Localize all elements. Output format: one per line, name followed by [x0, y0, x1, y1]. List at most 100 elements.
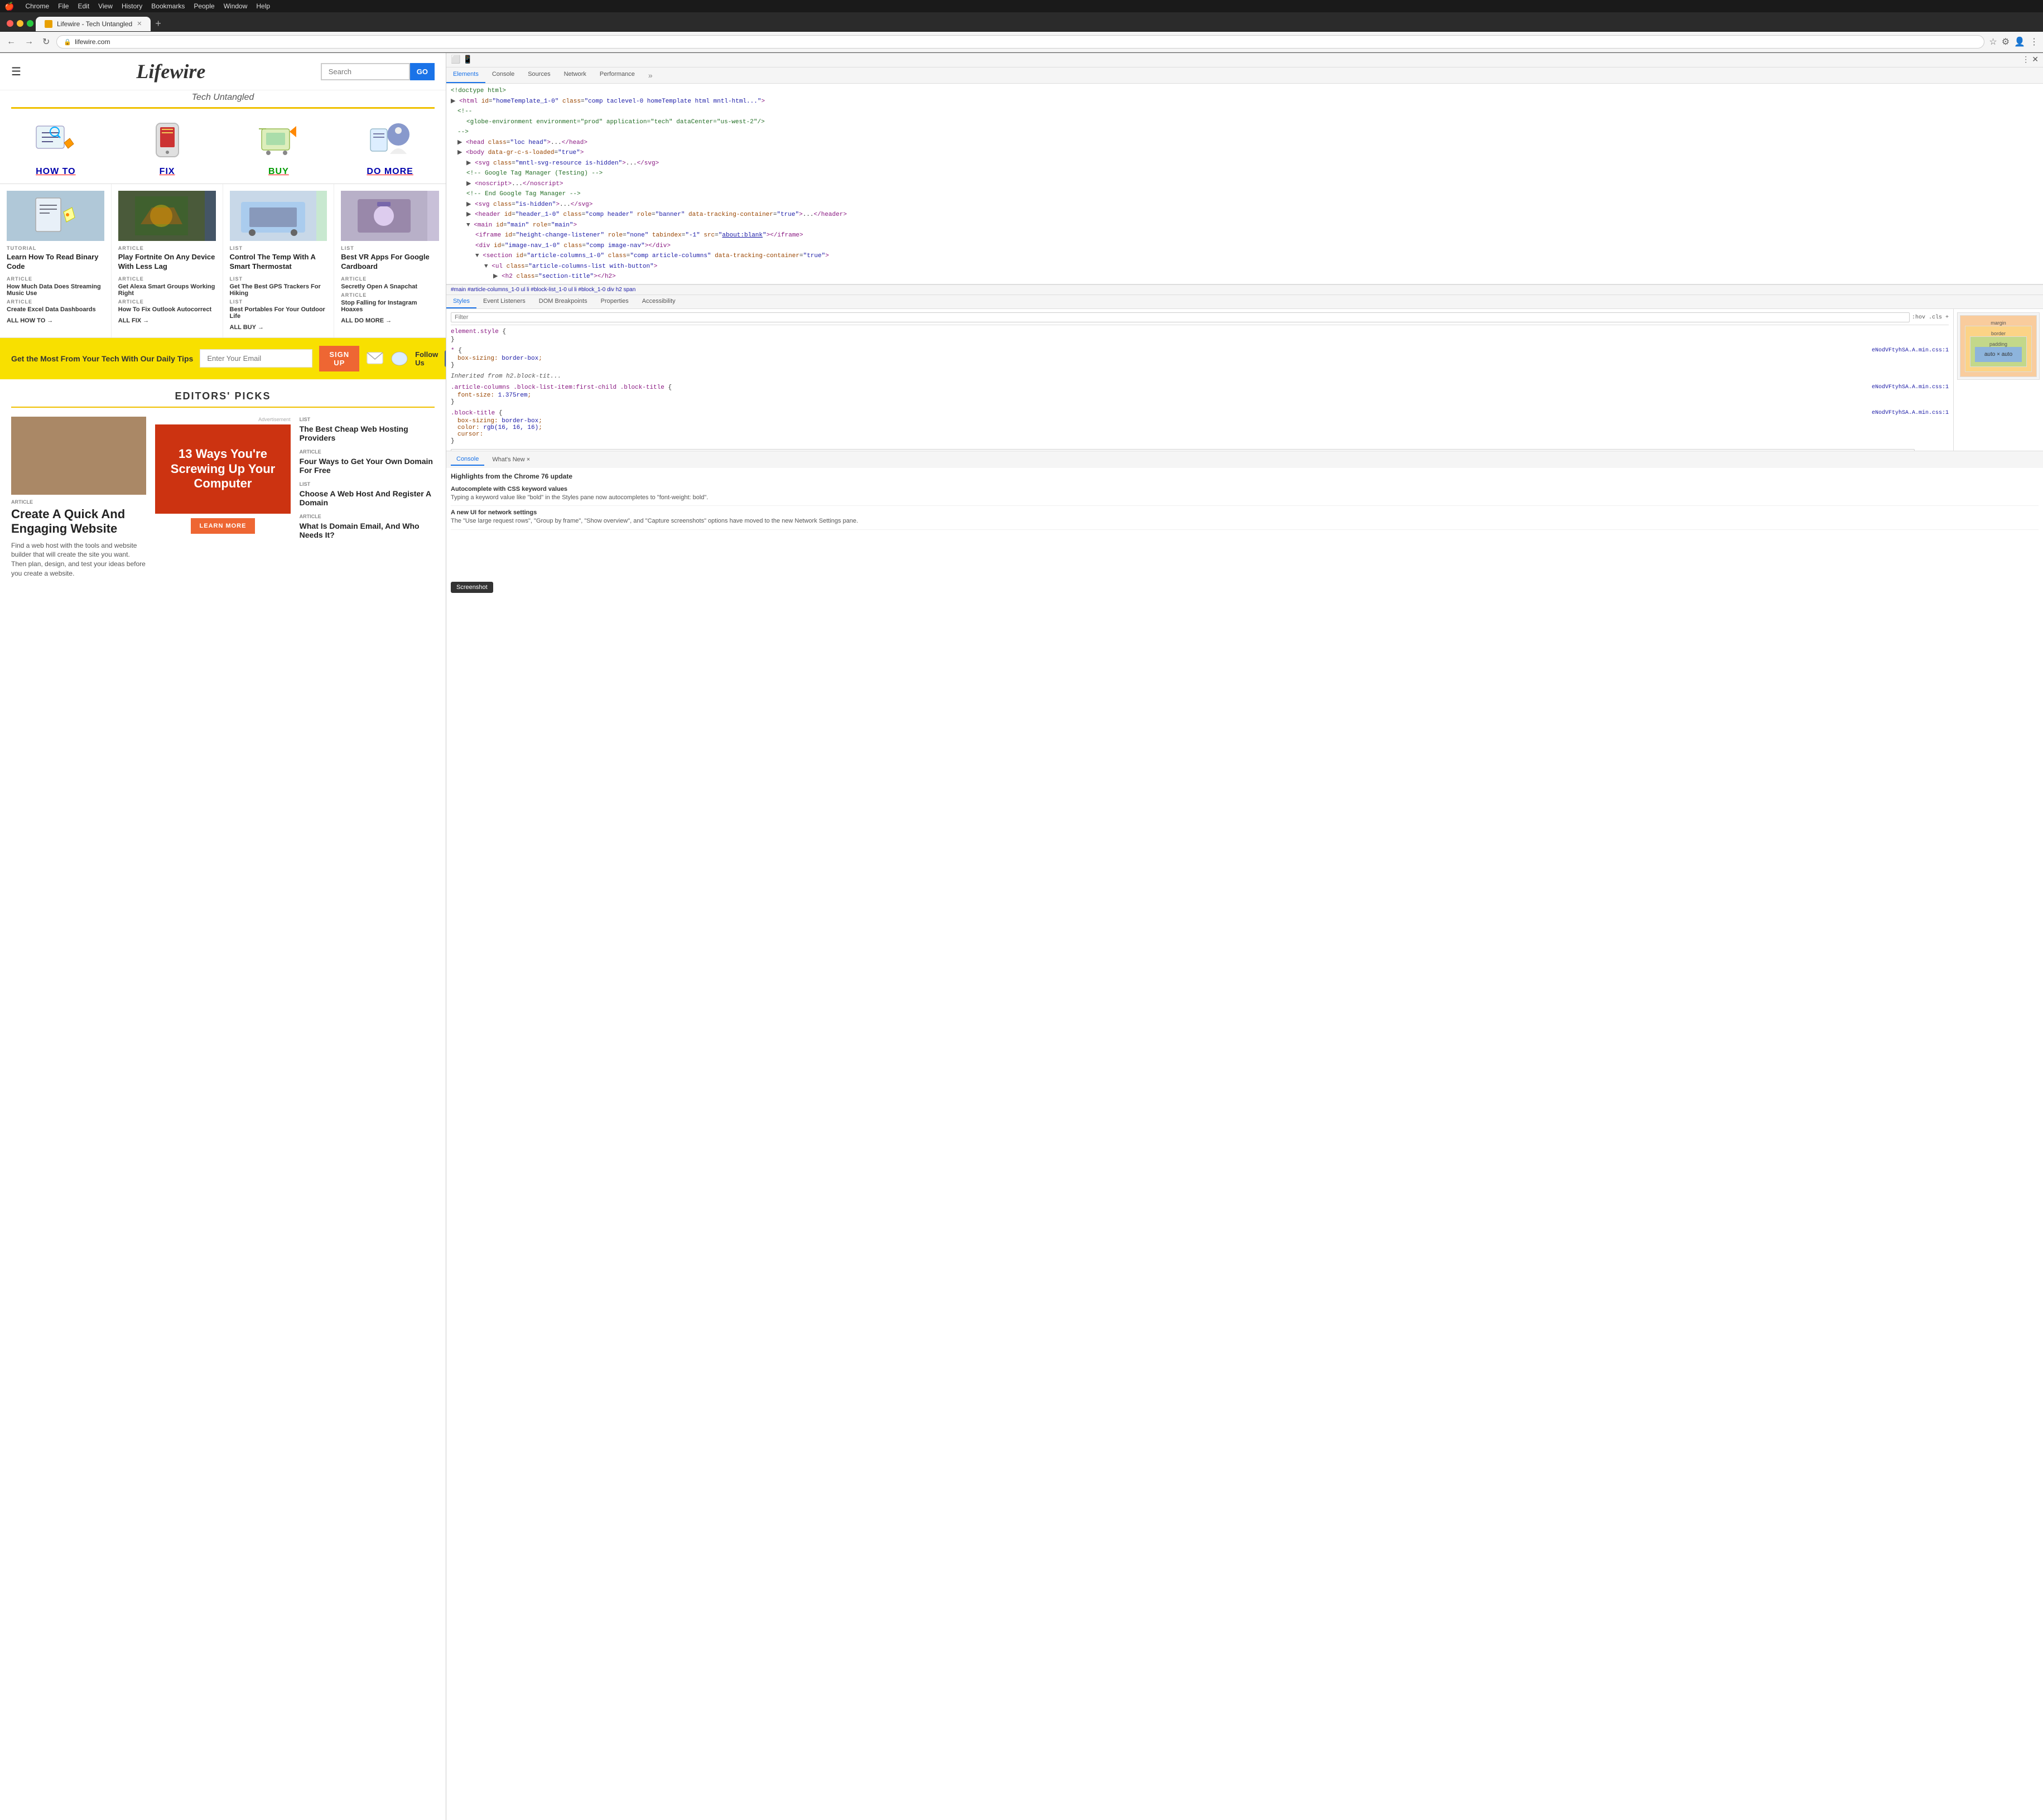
category-fix[interactable]: FIX: [112, 109, 223, 184]
window-max-btn[interactable]: [27, 20, 33, 27]
mac-menubar: 🍎 Chrome File Edit View History Bookmark…: [0, 0, 2043, 12]
rule-blocktitle-selector: .block-title {: [451, 410, 502, 417]
category-domore[interactable]: DO MORE: [334, 109, 446, 184]
menu-bookmarks[interactable]: Bookmarks: [151, 2, 185, 10]
back-btn[interactable]: ←: [4, 35, 18, 49]
col4-all-link[interactable]: ALL DO MORE →: [341, 317, 392, 324]
html-line-h2[interactable]: ▶ <h2 class="section-title"></h2>: [446, 272, 2043, 282]
devtools-tab-console[interactable]: Console: [485, 67, 521, 83]
styles-tab-dom[interactable]: DOM Breakpoints: [532, 295, 594, 308]
col3-art1-title[interactable]: Get The Best GPS Trackers For Hiking: [230, 283, 327, 297]
styles-tab-styles[interactable]: Styles: [446, 295, 476, 308]
menu-view[interactable]: View: [98, 2, 113, 10]
devtools-tab-performance[interactable]: Performance: [593, 67, 642, 83]
newsletter-signup-btn[interactable]: SIGN UP: [319, 346, 359, 371]
rule-blocktitle-source[interactable]: eNodVFtyhSA.A.min.css:1: [1872, 410, 1949, 418]
url-display[interactable]: lifewire.com: [75, 38, 110, 46]
styles-filter-input[interactable]: [451, 312, 1910, 322]
styles-left: :hov .cls + element.style { } * { eNodVF…: [446, 309, 1954, 451]
html-line-head[interactable]: ▶ <head class="loc head">...</head>: [446, 138, 2043, 148]
category-howto[interactable]: HOW TO: [0, 109, 112, 184]
forward-btn[interactable]: →: [22, 35, 36, 49]
html-line-main[interactable]: ▼ <main id="main" role="main">: [446, 220, 2043, 231]
search-input[interactable]: [321, 63, 410, 80]
star-icon[interactable]: ☆: [1989, 36, 1997, 47]
col1-main-title[interactable]: Learn How To Read Binary Code: [7, 253, 104, 272]
html-line-header[interactable]: ▶ <header id="header_1-0" class="comp he…: [446, 210, 2043, 220]
col2-all-link[interactable]: ALL FIX →: [118, 317, 149, 324]
pick2-cta-btn[interactable]: LEARN MORE: [191, 518, 256, 534]
newsletter-email-input[interactable]: [200, 349, 312, 368]
col2-art2-title[interactable]: How To Fix Outlook Autocorrect: [118, 306, 216, 313]
browser-tab-active[interactable]: Lifewire - Tech Untangled ✕: [36, 17, 151, 31]
col4-art2-title[interactable]: Stop Falling for Instagram Hoaxes: [341, 300, 439, 313]
pick4-title[interactable]: Four Ways to Get Your Own Domain For Fre…: [300, 457, 435, 475]
window-min-btn[interactable]: [17, 20, 23, 27]
box-margin-label: margin: [1965, 320, 2032, 326]
pick1-title[interactable]: Create A Quick And Engaging Website: [11, 507, 146, 537]
styles-tab-props[interactable]: Properties: [594, 295, 635, 308]
html-line-ul[interactable]: ▼ <ul class="article-columns-list with-b…: [446, 262, 2043, 272]
search-button[interactable]: GO: [410, 63, 435, 80]
html-line-svg1[interactable]: ▶ <svg class="mntl-svg-resource is-hidde…: [446, 158, 2043, 169]
menu-history[interactable]: History: [122, 2, 142, 10]
html-line-section[interactable]: ▼ <section id="article-columns_1-0" clas…: [446, 251, 2043, 262]
console-tab-whatsnew[interactable]: What's New ×: [486, 454, 536, 465]
html-line-html[interactable]: ▶ <html id="homeTemplate_1-0" class="com…: [446, 96, 2043, 107]
devtools-more-icon[interactable]: ⋮: [2022, 55, 2030, 65]
tab-close-btn[interactable]: ✕: [137, 20, 142, 27]
refresh-btn[interactable]: ↻: [40, 34, 52, 50]
devtools-close-icon[interactable]: ✕: [2032, 55, 2039, 65]
devtools-tab-network[interactable]: Network: [557, 67, 593, 83]
html-line-image-nav[interactable]: <div id="image-nav_1-0" class="comp imag…: [446, 241, 2043, 252]
col3-all-link[interactable]: ALL BUY →: [230, 324, 264, 331]
pseudo-cls-label[interactable]: :hov .cls +: [1912, 315, 1949, 321]
html-line-iframe[interactable]: <iframe id="height-change-listener" role…: [446, 230, 2043, 241]
col1-art2-title[interactable]: Create Excel Data Dashboards: [7, 306, 104, 313]
col2-main-title[interactable]: Play Fortnite On Any Device With Less La…: [118, 253, 216, 272]
address-bar[interactable]: 🔒 lifewire.com: [56, 35, 1984, 49]
extensions-icon[interactable]: ⚙: [2002, 36, 2010, 47]
devtools-tab-sources[interactable]: Sources: [521, 67, 557, 83]
hamburger-menu[interactable]: ☰: [11, 65, 21, 79]
col4-art1-title[interactable]: Secretly Open A Snapchat: [341, 283, 439, 290]
category-buy[interactable]: BUY: [223, 109, 335, 184]
pick5-title[interactable]: Choose A Web Host And Register A Domain: [300, 489, 435, 507]
console-item-2-title: A new UI for network settings: [451, 509, 2039, 516]
menu-window[interactable]: Window: [224, 2, 248, 10]
html-line-svg2[interactable]: ▶ <svg class="is-hidden">...</svg>: [446, 200, 2043, 210]
console-tab-console[interactable]: Console: [451, 453, 484, 466]
rule-star-source[interactable]: eNodVFtyhSA.A.min.css:1: [1872, 347, 1949, 355]
styles-tab-access[interactable]: Accessibility: [635, 295, 682, 308]
pick-card-3: LIST The Best Cheap Web Hosting Provider…: [300, 417, 435, 583]
col3-art2-title[interactable]: Best Portables For Your Outdoor Life: [230, 306, 327, 320]
devtools-breadcrumb: #main #article-columns_1-0 ul li #block-…: [446, 284, 2043, 295]
devtools-tab-more[interactable]: »: [642, 67, 659, 83]
col4-main-title[interactable]: Best VR Apps For Google Cardboard: [341, 253, 439, 272]
devtools-inspect-icon[interactable]: ⬜: [451, 55, 460, 65]
html-line-noscript[interactable]: ▶ <noscript>...</noscript>: [446, 179, 2043, 190]
profile-icon[interactable]: 👤: [2014, 36, 2025, 47]
styles-tab-event[interactable]: Event Listeners: [476, 295, 532, 308]
menu-chrome[interactable]: Chrome: [25, 2, 49, 10]
rule-bt-close: }: [451, 438, 1949, 445]
site-logo[interactable]: Lifewire: [136, 60, 205, 83]
menu-people[interactable]: People: [194, 2, 214, 10]
col1-all-link[interactable]: ALL HOW TO →: [7, 317, 53, 324]
devtools-tab-elements[interactable]: Elements: [446, 67, 485, 83]
menu-icon[interactable]: ⋮: [2030, 36, 2039, 47]
pick6-title[interactable]: What Is Domain Email, And Who Needs It?: [300, 522, 435, 539]
buy-icon: [228, 118, 330, 162]
rule-first-source[interactable]: eNodVFtyhSA.A.min.css:1: [1872, 384, 1949, 392]
col3-main-title[interactable]: Control The Temp With A Smart Thermostat: [230, 253, 327, 272]
menu-help[interactable]: Help: [256, 2, 270, 10]
new-tab-btn[interactable]: +: [151, 16, 166, 32]
html-line-body[interactable]: ▶ <body data-gr-c-s-loaded="true">: [446, 148, 2043, 158]
devtools-device-icon[interactable]: 📱: [462, 55, 472, 65]
col1-art1-title[interactable]: How Much Data Does Streaming Music Use: [7, 283, 104, 297]
menu-edit[interactable]: Edit: [78, 2, 89, 10]
pick3-title[interactable]: The Best Cheap Web Hosting Providers: [300, 424, 435, 442]
window-close-btn[interactable]: [7, 20, 13, 27]
menu-file[interactable]: File: [58, 2, 69, 10]
col2-art1-title[interactable]: Get Alexa Smart Groups Working Right: [118, 283, 216, 297]
